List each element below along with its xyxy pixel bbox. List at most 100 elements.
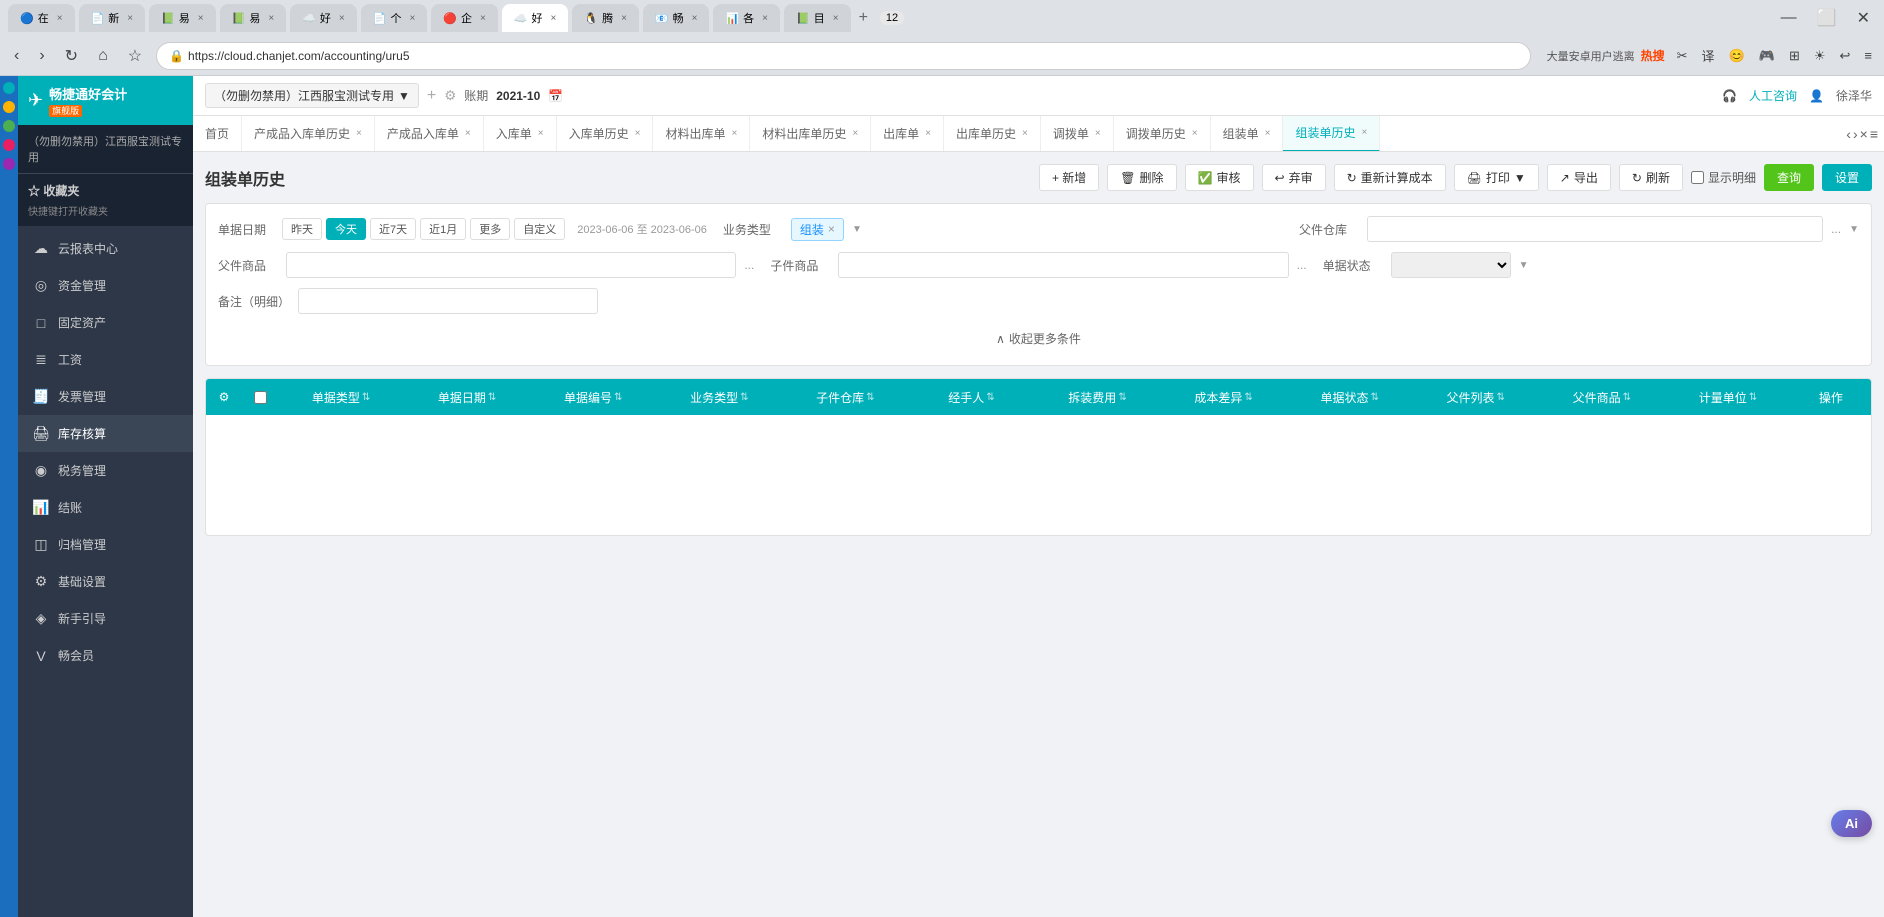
tab-scroll-right[interactable]: › [1853,126,1858,142]
close-prod-in[interactable]: × [465,128,471,139]
sidebar-item-new-guide[interactable]: ◈ 新手引导 [18,600,193,637]
sidebar-item-checkout[interactable]: 📊 结账 [18,489,193,526]
sidebar-item-payroll[interactable]: ≣ 工资 [18,341,193,378]
collapse-button[interactable]: ∧ 收起更多条件 [218,324,1859,353]
business-type-tag-close[interactable]: × [828,222,835,236]
abandon-button[interactable]: ↩ 弃审 [1262,164,1326,191]
parent-warehouse-ellipsis[interactable]: ... [1831,222,1841,236]
browser-tab-1[interactable]: 🔵在× [8,4,75,32]
app-icon-1[interactable] [3,82,15,94]
nav-tab-adjust[interactable]: 调拨单 × [1041,116,1114,152]
nav-tab-home[interactable]: 首页 [193,116,242,152]
th-unit[interactable]: 计量单位 ⇅ [1665,389,1791,406]
company-selector[interactable]: （勿删勿禁用）江西服宝测试专用 ▼ [205,83,419,108]
browser-tab-8[interactable]: ☁️好× [502,4,569,32]
parent-goods-ellipsis[interactable]: ... [744,258,754,272]
show-detail-checkbox[interactable] [1691,171,1704,184]
app-icon-4[interactable] [3,139,15,151]
th-order-status[interactable]: 单据状态 ⇅ [1287,389,1413,406]
minimize-button[interactable]: — [1775,7,1803,29]
date-btn-1month[interactable]: 近1月 [420,218,466,240]
parent-warehouse-input[interactable] [1367,216,1823,242]
table-settings-btn[interactable]: ⚙ [206,379,242,415]
order-status-arrow[interactable]: ▼ [1519,260,1529,271]
browser-tab-9[interactable]: 🐧腾× [572,4,639,32]
browser-tab-3[interactable]: 📗易× [149,4,216,32]
nav-tab-in-order[interactable]: 入库单 × [484,116,557,152]
nav-tab-adjust-history[interactable]: 调拨单历史 × [1114,116,1211,152]
browser-tab-12[interactable]: 📗目× [784,4,851,32]
date-btn-today[interactable]: 今天 [326,218,366,240]
customer-service-label[interactable]: 人工咨询 [1749,87,1797,104]
new-tab-button[interactable]: + [855,9,872,27]
forward-button[interactable]: › [33,45,50,67]
close-in-order[interactable]: × [538,128,544,139]
print-button[interactable]: 🖨 打印 ▼ [1454,164,1539,191]
sidebar-item-vip-member[interactable]: V 畅会员 [18,637,193,674]
close-button[interactable]: ✕ [1851,6,1876,30]
game-btn[interactable]: 🎮 [1755,46,1779,66]
sidebar-item-invoice-mgmt[interactable]: 🧾 发票管理 [18,378,193,415]
th-order-type[interactable]: 单据类型 ⇅ [278,389,404,406]
date-btn-custom[interactable]: 自定义 [514,218,565,240]
nav-tab-out-order[interactable]: 出库单 × [871,116,944,152]
browser-tab-5[interactable]: ☁️好× [290,4,357,32]
home-button[interactable]: ⌂ [92,45,114,67]
close-adjust-history[interactable]: × [1192,128,1198,139]
address-bar[interactable]: 🔒 https://cloud.chanjet.com/accounting/u… [156,42,1531,70]
close-prod-in-history[interactable]: × [356,128,362,139]
bookmark-button[interactable]: ☆ [122,44,148,68]
th-parent-list[interactable]: 父件列表 ⇅ [1413,389,1539,406]
sidebar-item-fund-mgmt[interactable]: ◎ 资金管理 [18,267,193,304]
calendar-icon[interactable]: 📅 [548,89,563,103]
th-disassembly-cost[interactable]: 拆装费用 ⇅ [1034,389,1160,406]
new-button[interactable]: + 新增 [1039,164,1099,191]
sidebar-item-fixed-assets[interactable]: □ 固定资产 [18,304,193,341]
nav-tab-mat-out-history[interactable]: 材料出库单历史 × [750,116,871,152]
tab-close-all[interactable]: × [1860,126,1868,142]
ai-button[interactable]: Ai [1831,810,1872,837]
nav-tab-prod-in[interactable]: 产成品入库单 × [375,116,484,152]
browser-tab-11[interactable]: 📊各× [713,4,780,32]
table-header-checkbox[interactable] [242,379,278,415]
nav-tab-in-history[interactable]: 入库单历史 × [557,116,654,152]
add-company-button[interactable]: + [427,87,436,105]
emoji-btn[interactable]: 😊 [1725,46,1749,66]
query-button[interactable]: 查询 [1764,164,1814,191]
settings-button[interactable]: 设置 [1822,164,1872,191]
translate-btn[interactable]: 译 [1698,44,1719,67]
sidebar-item-archive-mgmt[interactable]: ◫ 归档管理 [18,526,193,563]
browser-tab-10[interactable]: 📧畅× [643,4,710,32]
scissors-btn[interactable]: ✂ [1673,46,1692,66]
close-in-history[interactable]: × [635,128,641,139]
remarks-input[interactable] [298,288,598,314]
select-all-checkbox[interactable] [254,391,267,404]
app-icon-2[interactable] [3,101,15,113]
th-child-warehouse[interactable]: 子件仓库 ⇅ [782,389,908,406]
close-adjust[interactable]: × [1095,128,1101,139]
th-business-type[interactable]: 业务类型 ⇅ [656,389,782,406]
print-dropdown-arrow[interactable]: ▼ [1514,171,1526,185]
close-assemble[interactable]: × [1265,128,1271,139]
nav-tab-assemble-history[interactable]: 组装单历史 × [1283,116,1380,152]
th-order-date[interactable]: 单据日期 ⇅ [404,389,530,406]
nav-tab-mat-out[interactable]: 材料出库单 × [653,116,750,152]
nav-tab-prod-in-history[interactable]: 产成品入库单历史 × [242,116,375,152]
sidebar-item-inventory[interactable]: 🖨 库存核算 [18,415,193,452]
th-handler[interactable]: 经手人 ⇅ [908,389,1034,406]
audit-button[interactable]: ✅ 审核 [1185,164,1254,191]
refresh-button[interactable]: ↻ 刷新 [1619,164,1683,191]
th-parent-goods[interactable]: 父件商品 ⇅ [1539,389,1665,406]
show-detail-checkbox-label[interactable]: 显示明细 [1691,169,1756,186]
close-assemble-history[interactable]: × [1361,127,1367,138]
th-order-no[interactable]: 单据编号 ⇅ [530,389,656,406]
close-mat-out-history[interactable]: × [852,128,858,139]
close-mat-out[interactable]: × [731,128,737,139]
sidebar-item-cloud-report[interactable]: ☁ 云报表中心 [18,230,193,267]
date-btn-more[interactable]: 更多 [470,218,510,240]
settings-gear-button[interactable]: ⚙ [444,88,456,104]
sidebar-item-tax-mgmt[interactable]: ◉ 税务管理 [18,452,193,489]
app-icon-3[interactable] [3,120,15,132]
business-type-dropdown[interactable]: ▼ [852,224,862,235]
app-icon-5[interactable] [3,158,15,170]
